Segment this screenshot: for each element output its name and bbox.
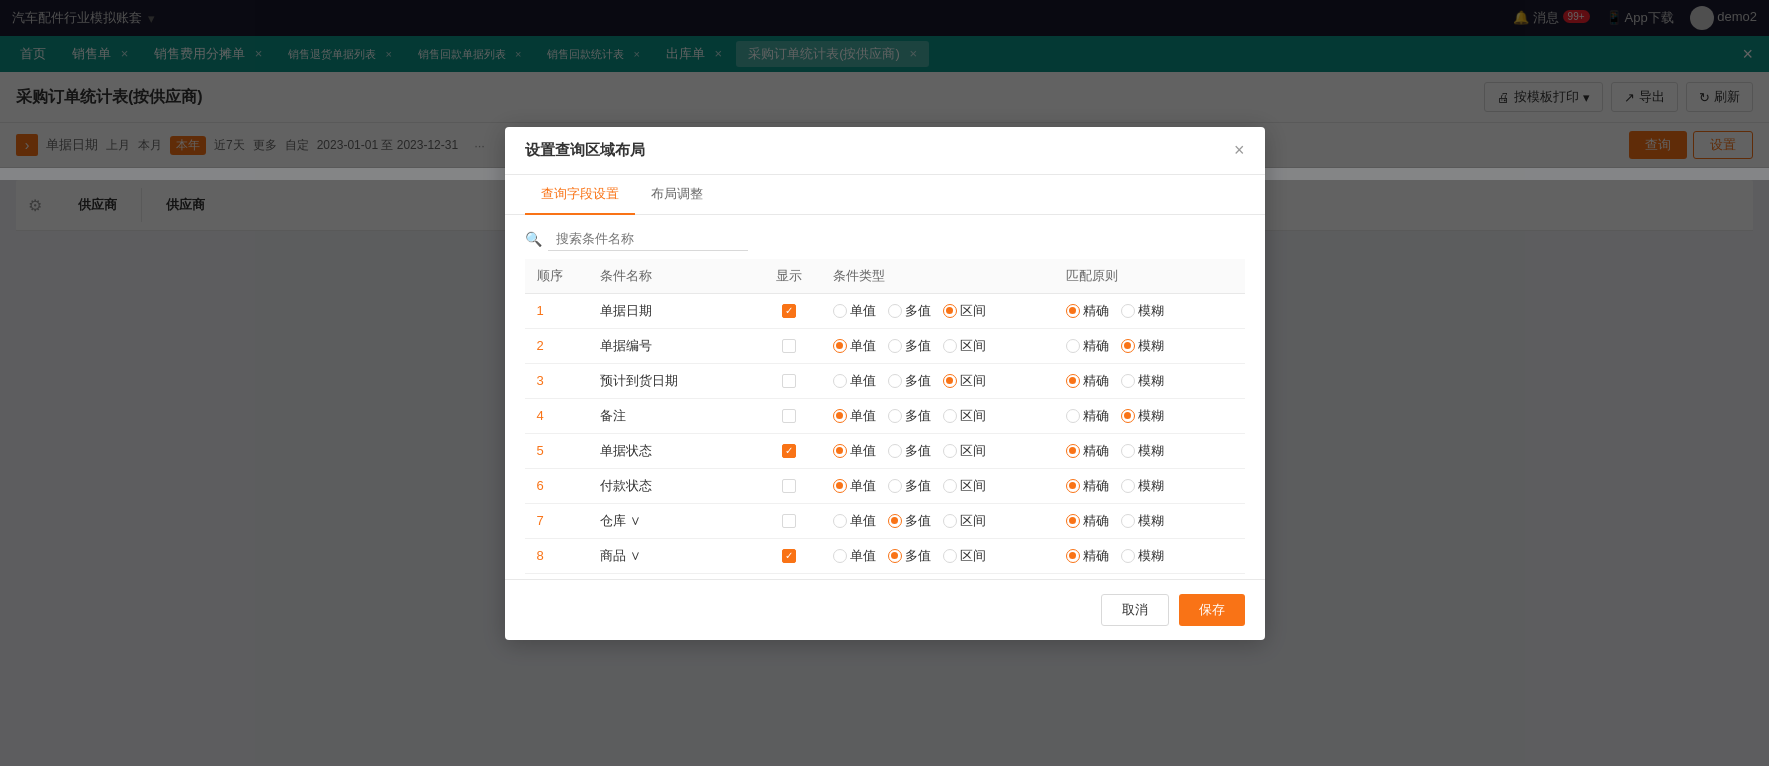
table-row: 4备注 单值多值区间精确模糊 <box>525 398 1245 433</box>
row-type-radio[interactable]: 单值多值区间 <box>821 398 1054 433</box>
row-match-radio[interactable]: 精确模糊 <box>1054 363 1245 398</box>
search-icon: 🔍 <box>525 231 542 247</box>
table-row: 5单据状态 单值多值区间精确模糊 <box>525 433 1245 468</box>
row-display-checkbox[interactable] <box>757 503 821 538</box>
row-display-checkbox[interactable] <box>757 293 821 328</box>
row-match-radio[interactable]: 精确模糊 <box>1054 328 1245 363</box>
row-match-radio[interactable]: 精确模糊 <box>1054 538 1245 573</box>
dialog-tabs: 查询字段设置 布局调整 <box>505 175 1265 215</box>
row-type-radio[interactable]: 单值多值区间 <box>821 468 1054 503</box>
cancel-button[interactable]: 取消 <box>1101 594 1169 626</box>
table-row: 2单据编号 单值多值区间精确模糊 <box>525 328 1245 363</box>
col-header-display: 显示 <box>757 259 821 294</box>
row-display-checkbox[interactable] <box>757 468 821 503</box>
row-type-radio[interactable]: 单值多值区间 <box>821 293 1054 328</box>
row-order: 7 <box>525 503 589 538</box>
row-type-radio[interactable]: 单值多值区间 <box>821 538 1054 573</box>
row-condition-name: 商品 ∨ <box>588 538 757 573</box>
row-match-radio[interactable]: 精确模糊 <box>1054 468 1245 503</box>
table-row: 1单据日期 单值多值区间精确模糊 <box>525 293 1245 328</box>
row-order: 4 <box>525 398 589 433</box>
row-display-checkbox[interactable] <box>757 398 821 433</box>
row-order: 5 <box>525 433 589 468</box>
row-display-checkbox[interactable] <box>757 328 821 363</box>
row-type-radio[interactable]: 单值多值区间 <box>821 363 1054 398</box>
row-match-radio[interactable]: 精确模糊 <box>1054 398 1245 433</box>
table-row: 7仓库 ∨ 单值多值区间精确模糊 <box>525 503 1245 538</box>
row-order: 8 <box>525 538 589 573</box>
dialog-close-button[interactable]: × <box>1234 141 1245 159</box>
config-table: 顺序 条件名称 显示 条件类型 匹配原则 1单据日期单值多值区间精确模糊2单据编… <box>525 259 1245 579</box>
col-header-type: 条件类型 <box>821 259 1054 294</box>
dialog-title: 设置查询区域布局 <box>525 141 645 160</box>
col-header-order: 顺序 <box>525 259 589 294</box>
row-match-radio[interactable]: 精确模糊 <box>1054 433 1245 468</box>
row-condition-name: 付款状态 <box>588 468 757 503</box>
settings-dialog: 设置查询区域布局 × 查询字段设置 布局调整 🔍 顺序 <box>505 127 1265 640</box>
table-row: 8商品 ∨ 单值多值区间精确模糊 <box>525 538 1245 573</box>
row-type-radio[interactable]: 单值多值区间 <box>821 503 1054 538</box>
row-display-checkbox[interactable] <box>757 363 821 398</box>
config-table-wrapper: 顺序 条件名称 显示 条件类型 匹配原则 1单据日期单值多值区间精确模糊2单据编… <box>505 259 1265 579</box>
condition-search-input[interactable] <box>548 227 748 251</box>
table-row: 3预计到货日期 单值多值区间精确模糊 <box>525 363 1245 398</box>
row-condition-name: 预计到货日期 <box>588 363 757 398</box>
row-order: 6 <box>525 468 589 503</box>
col-header-match: 匹配原则 <box>1054 259 1245 294</box>
tab-query-field-settings[interactable]: 查询字段设置 <box>525 175 635 215</box>
table-row: 6付款状态 单值多值区间精确模糊 <box>525 468 1245 503</box>
row-order: 1 <box>525 293 589 328</box>
row-order: 3 <box>525 363 589 398</box>
dialog-overlay: 设置查询区域布局 × 查询字段设置 布局调整 🔍 顺序 <box>0 0 1769 766</box>
row-type-radio[interactable]: 单值多值区间 <box>821 433 1054 468</box>
col-header-name: 条件名称 <box>588 259 757 294</box>
row-condition-name: 备注 <box>588 398 757 433</box>
row-condition-name: 单据日期 <box>588 293 757 328</box>
row-order: 2 <box>525 328 589 363</box>
row-condition-name: 仓库 ∨ <box>588 503 757 538</box>
save-button[interactable]: 保存 <box>1179 594 1245 626</box>
row-match-radio[interactable]: 精确模糊 <box>1054 503 1245 538</box>
row-condition-name: 单据编号 <box>588 328 757 363</box>
row-type-radio[interactable]: 单值多值区间 <box>821 328 1054 363</box>
tab-layout-adjust[interactable]: 布局调整 <box>635 175 719 215</box>
row-match-radio[interactable]: 精确模糊 <box>1054 293 1245 328</box>
row-condition-name: 单据状态 <box>588 433 757 468</box>
row-display-checkbox[interactable] <box>757 538 821 573</box>
row-display-checkbox[interactable] <box>757 433 821 468</box>
